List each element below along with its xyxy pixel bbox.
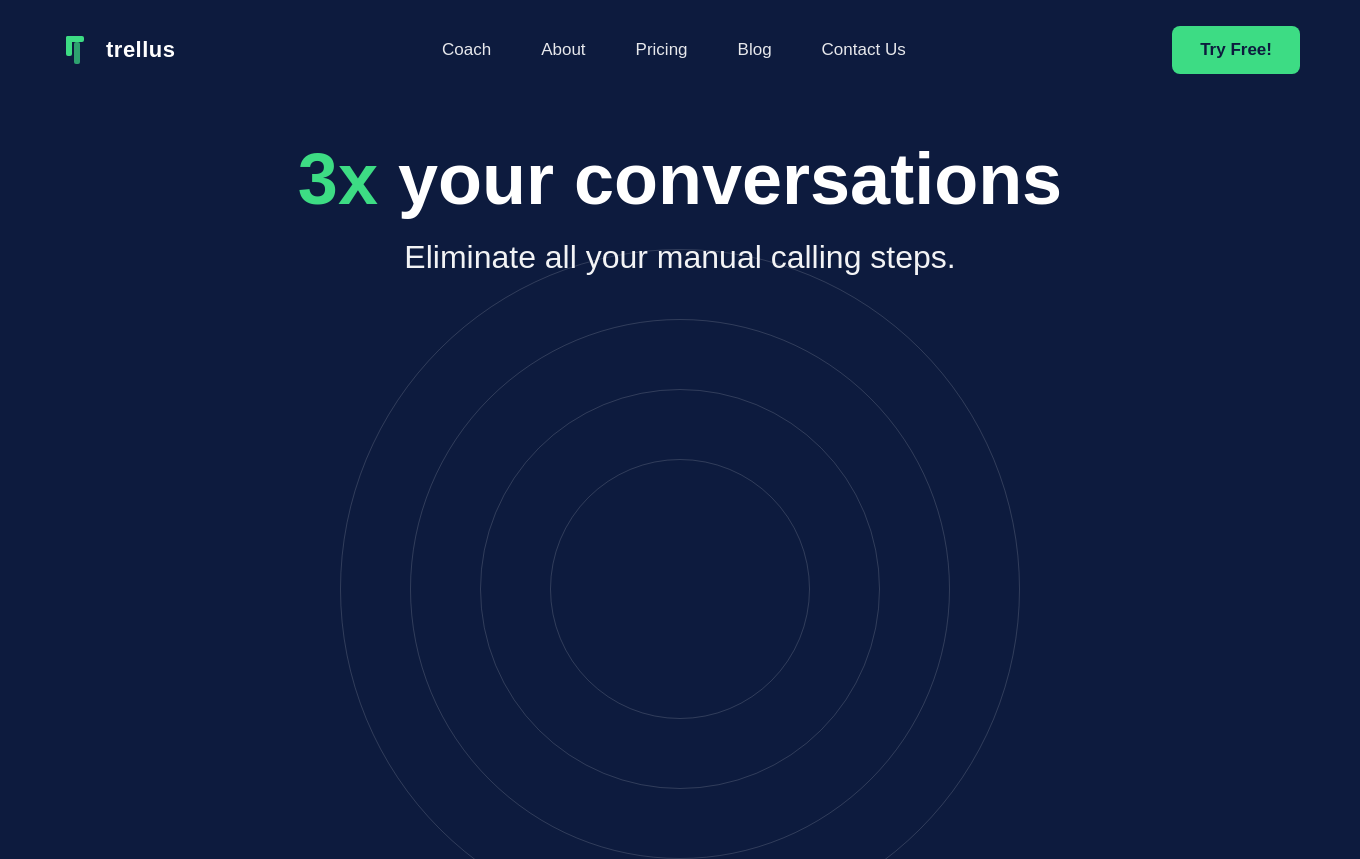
hero-highlight: 3x (298, 139, 378, 219)
svg-rect-1 (66, 36, 84, 42)
hero-subheadline: Eliminate all your manual calling steps. (0, 239, 1360, 276)
hero-section: 3x your conversations Eliminate all your… (0, 100, 1360, 276)
circle-outer-4 (550, 459, 810, 719)
nav-item-blog[interactable]: Blog (738, 40, 772, 60)
logo-text: trellus (106, 37, 176, 63)
hero-headline: 3x your conversations (0, 140, 1360, 219)
try-free-button[interactable]: Try Free! (1172, 26, 1300, 74)
nav-links: Coach About Pricing Blog Contact Us (442, 40, 906, 60)
hero-headline-rest: your conversations (378, 139, 1062, 219)
nav-link-coach[interactable]: Coach (442, 40, 491, 59)
nav-item-contact[interactable]: Contact Us (822, 40, 906, 60)
nav-item-about[interactable]: About (541, 40, 585, 60)
svg-rect-2 (74, 42, 80, 64)
logo-link[interactable]: trellus (60, 32, 176, 68)
nav-link-blog[interactable]: Blog (738, 40, 772, 59)
nav-item-pricing[interactable]: Pricing (636, 40, 688, 60)
nav-link-pricing[interactable]: Pricing (636, 40, 688, 59)
circles-decoration (330, 309, 1030, 859)
nav-item-coach[interactable]: Coach (442, 40, 491, 60)
navbar: trellus Coach About Pricing Blog Contact… (0, 0, 1360, 100)
nav-link-about[interactable]: About (541, 40, 585, 59)
logo-icon (60, 32, 96, 68)
nav-link-contact[interactable]: Contact Us (822, 40, 906, 59)
